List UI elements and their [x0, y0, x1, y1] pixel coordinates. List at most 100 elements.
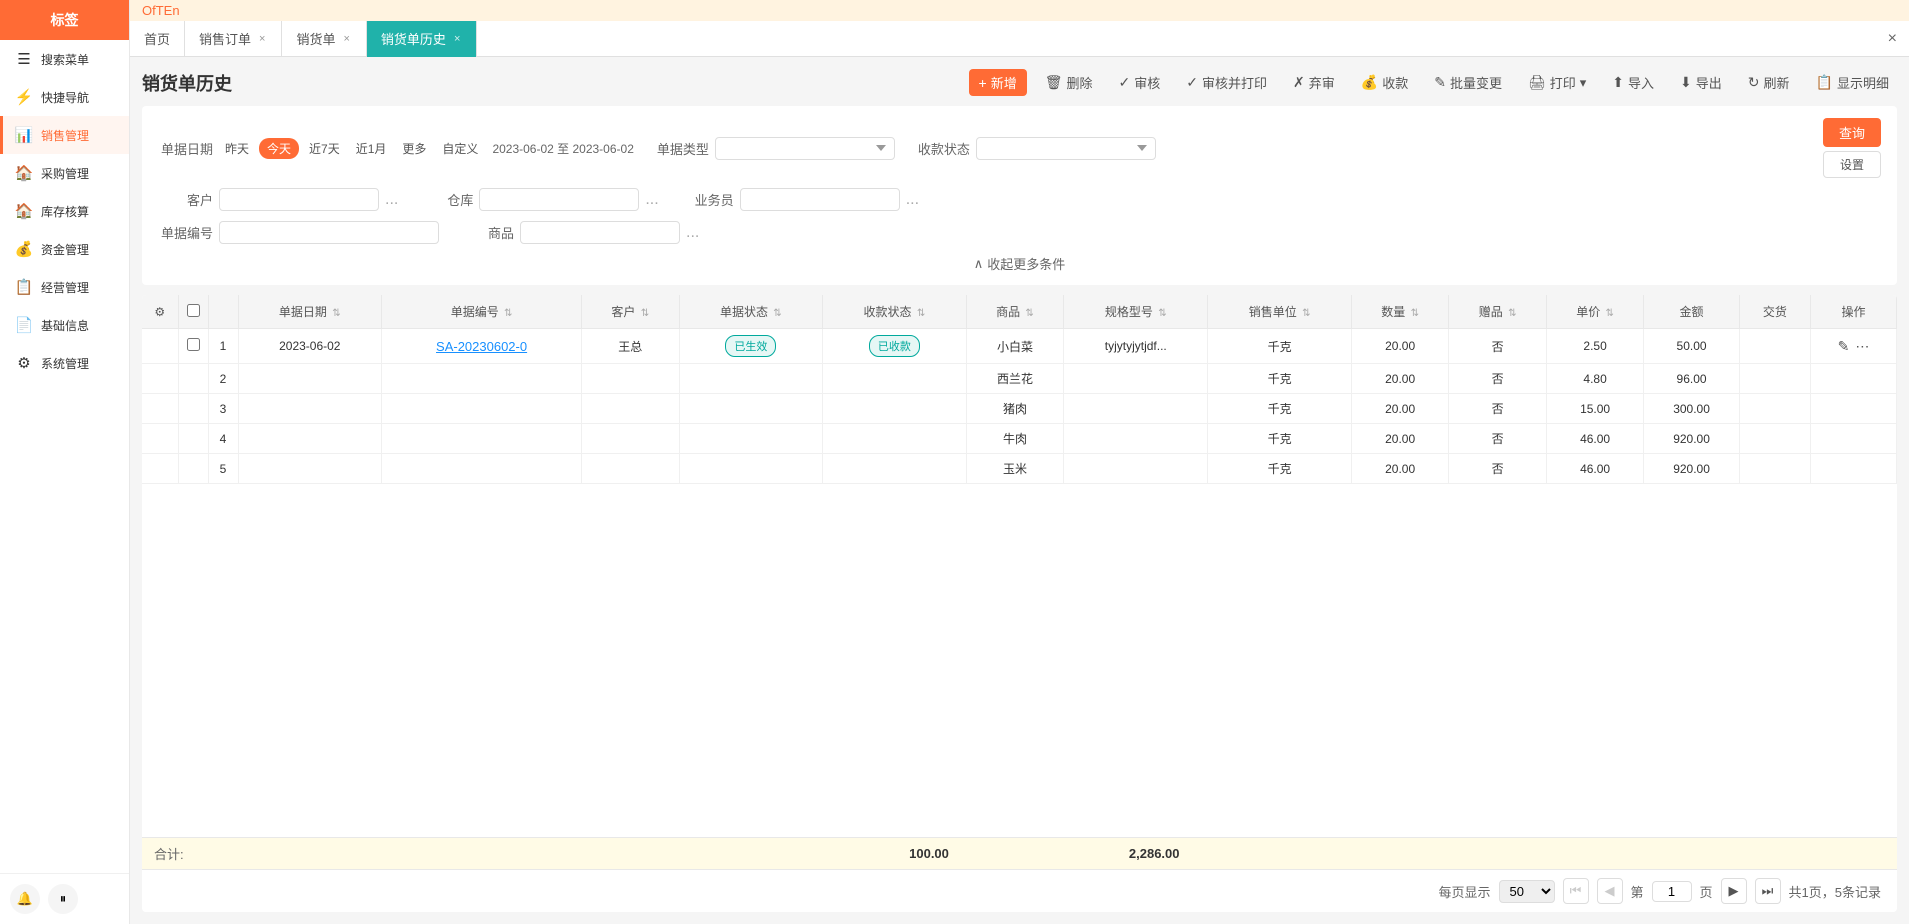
th-doc-status[interactable]: 单据状态 ⇅ — [679, 295, 823, 329]
settings-button[interactable]: 设置 — [1823, 151, 1881, 178]
page-last-btn[interactable]: ⏭ — [1755, 878, 1781, 904]
tab-sales-bill-close[interactable]: × — [341, 31, 351, 47]
date-btn-today[interactable]: 今天 — [259, 138, 299, 159]
table-scroll[interactable]: ⚙ 单据日期 ⇅ 单据编号 ⇅ 客户 ⇅ 单据状态 ⇅ 收款状态 ⇅ 商品 ⇅ … — [142, 295, 1897, 837]
date-btn-more[interactable]: 更多 — [396, 138, 432, 159]
collapse-button[interactable]: ∧ 收起更多条件 — [974, 254, 1066, 273]
filter-sales-person-input[interactable] — [740, 188, 900, 211]
sidebar-item-inventory[interactable]: 🏠 库存核算 — [0, 192, 129, 230]
cell-docnumber-1 — [382, 364, 582, 394]
toolbar: + 新增 🗑 删除 ✓ 审核 ✓ 审核并打印 ✗ 弃审 — [969, 69, 1897, 96]
refresh-button[interactable]: ↻ 刷新 — [1740, 69, 1798, 96]
filter-customer-input[interactable] — [219, 188, 379, 211]
select-all-checkbox[interactable] — [187, 304, 200, 317]
tab-sales-bill-label: 销货单 — [296, 29, 335, 48]
cell-check-4[interactable] — [178, 454, 208, 484]
tab-home[interactable]: 首页 — [130, 21, 185, 57]
cell-docdate-0: 2023-06-02 — [238, 329, 382, 364]
sidebar-item-operations-mgmt[interactable]: 📋 经营管理 — [0, 268, 129, 306]
th-spec[interactable]: 规格型号 ⇅ — [1064, 295, 1208, 329]
batch-change-button[interactable]: ✎ 批量变更 — [1426, 69, 1510, 96]
action-more-0[interactable]: ⋯ — [1855, 338, 1869, 355]
sidebar-bottom-btn-2[interactable]: ⏸ — [48, 884, 78, 914]
cell-docnumber-0[interactable]: SA-20230602-0 — [382, 329, 582, 364]
page-first-btn[interactable]: ⏮ — [1563, 878, 1589, 904]
page-current-input[interactable] — [1652, 881, 1692, 902]
filter-warehouse-input[interactable] — [479, 188, 639, 211]
cell-transaction-2 — [1739, 394, 1810, 424]
sidebar-bottom-btn-1[interactable]: 🔔 — [10, 884, 40, 914]
sidebar-item-system-mgmt[interactable]: ⚙ 系统管理 — [0, 344, 129, 382]
date-btn-custom[interactable]: 自定义 — [436, 138, 484, 159]
import-button[interactable]: ⬆ 导入 — [1604, 69, 1662, 96]
action-edit-0[interactable]: ✎ — [1838, 338, 1850, 355]
cell-unitprice-3: 46.00 — [1546, 424, 1643, 454]
th-doc-number[interactable]: 单据编号 ⇅ — [382, 295, 582, 329]
sidebar-item-purchase-mgmt[interactable]: 🏠 采购管理 — [0, 154, 129, 192]
collect-button[interactable]: 💰 收款 — [1353, 69, 1416, 96]
page-size-select[interactable]: 50 100 200 — [1499, 880, 1555, 903]
page-next-btn[interactable]: ▶ — [1721, 878, 1747, 904]
abandon-button[interactable]: ✗ 弃审 — [1285, 69, 1343, 96]
sidebar-item-basic-info[interactable]: 📄 基础信息 — [0, 306, 129, 344]
th-gear[interactable]: ⚙ — [142, 295, 178, 329]
cell-action-4 — [1810, 454, 1896, 484]
batch-change-icon: ✎ — [1434, 74, 1446, 91]
tab-sales-order-close[interactable]: × — [257, 31, 267, 47]
review-button[interactable]: ✓ 审核 — [1111, 69, 1169, 96]
operations-mgmt-icon: 📋 — [15, 278, 33, 296]
cell-check-3[interactable] — [178, 424, 208, 454]
tab-sales-history-close[interactable]: × — [452, 31, 462, 47]
sidebar-item-quick-nav[interactable]: ⚡ 快捷导航 — [0, 78, 129, 116]
filter-customer-dots[interactable]: ... — [385, 191, 398, 209]
th-doc-date[interactable]: 单据日期 ⇅ — [238, 295, 382, 329]
new-button[interactable]: + 新增 — [969, 69, 1027, 96]
sidebar-item-search-menu[interactable]: ☰ 搜索菜单 — [0, 40, 129, 78]
sidebar-item-label: 经营管理 — [41, 279, 89, 296]
inventory-icon: 🏠 — [15, 202, 33, 220]
print-button[interactable]: 🖨 打印 ▾ — [1520, 69, 1594, 96]
filter-doc-type-select[interactable] — [715, 137, 895, 160]
th-gift[interactable]: 赠品 ⇅ — [1449, 295, 1546, 329]
sidebar-item-sales-mgmt[interactable]: 📊 销售管理 — [0, 116, 129, 154]
th-product[interactable]: 商品 ⇅ — [966, 295, 1063, 329]
filter-payment-status-select[interactable] — [976, 137, 1156, 160]
page-prev-btn[interactable]: ◀ — [1597, 878, 1623, 904]
query-button[interactable]: 查询 — [1823, 118, 1881, 147]
sort-icon-quantity: ⇅ — [1411, 308, 1419, 319]
date-btn-1month[interactable]: 近1月 — [350, 138, 393, 159]
cell-check-0[interactable] — [178, 329, 208, 364]
filter-sales-person-dots[interactable]: ... — [906, 191, 919, 209]
filter-doc-number-input[interactable] — [219, 221, 439, 244]
tab-sales-order[interactable]: 销售订单 × — [185, 21, 282, 57]
show-details-button[interactable]: 📋 显示明细 — [1808, 69, 1897, 96]
th-payment-status[interactable]: 收款状态 ⇅ — [823, 295, 967, 329]
th-customer[interactable]: 客户 ⇅ — [582, 295, 679, 329]
cell-customer-2 — [582, 394, 679, 424]
filter-warehouse-dots[interactable]: ... — [645, 191, 658, 209]
th-unit[interactable]: 销售单位 ⇅ — [1208, 295, 1352, 329]
th-quantity[interactable]: 数量 ⇅ — [1351, 295, 1448, 329]
doc-number-link-0[interactable]: SA-20230602-0 — [436, 339, 527, 354]
filter-product-input[interactable] — [520, 221, 680, 244]
doc-status-badge-0: 已生效 — [725, 335, 776, 357]
tab-sales-bill[interactable]: 销货单 × — [282, 21, 366, 57]
finance-mgmt-icon: 💰 — [15, 240, 33, 258]
tab-bar-close-btn[interactable]: × — [1876, 30, 1909, 48]
review-print-button[interactable]: ✓ 审核并打印 — [1178, 69, 1275, 96]
date-btn-yesterday[interactable]: 昨天 — [219, 138, 255, 159]
cell-spec-2 — [1064, 394, 1208, 424]
th-check[interactable] — [178, 295, 208, 329]
sidebar-item-finance-mgmt[interactable]: 💰 资金管理 — [0, 230, 129, 268]
delete-button[interactable]: 🗑 删除 — [1037, 69, 1101, 96]
new-label: 新增 — [991, 73, 1017, 92]
cell-check-2[interactable] — [178, 394, 208, 424]
date-btn-7days[interactable]: 近7天 — [303, 138, 346, 159]
th-unit-price[interactable]: 单价 ⇅ — [1546, 295, 1643, 329]
row-checkbox-0[interactable] — [187, 338, 200, 351]
cell-unit-3: 千克 — [1208, 424, 1352, 454]
tab-sales-history[interactable]: 销货单历史 × — [367, 21, 477, 57]
export-button[interactable]: ⬇ 导出 — [1672, 69, 1730, 96]
filter-product-dots[interactable]: ... — [686, 224, 699, 242]
cell-check-1[interactable] — [178, 364, 208, 394]
